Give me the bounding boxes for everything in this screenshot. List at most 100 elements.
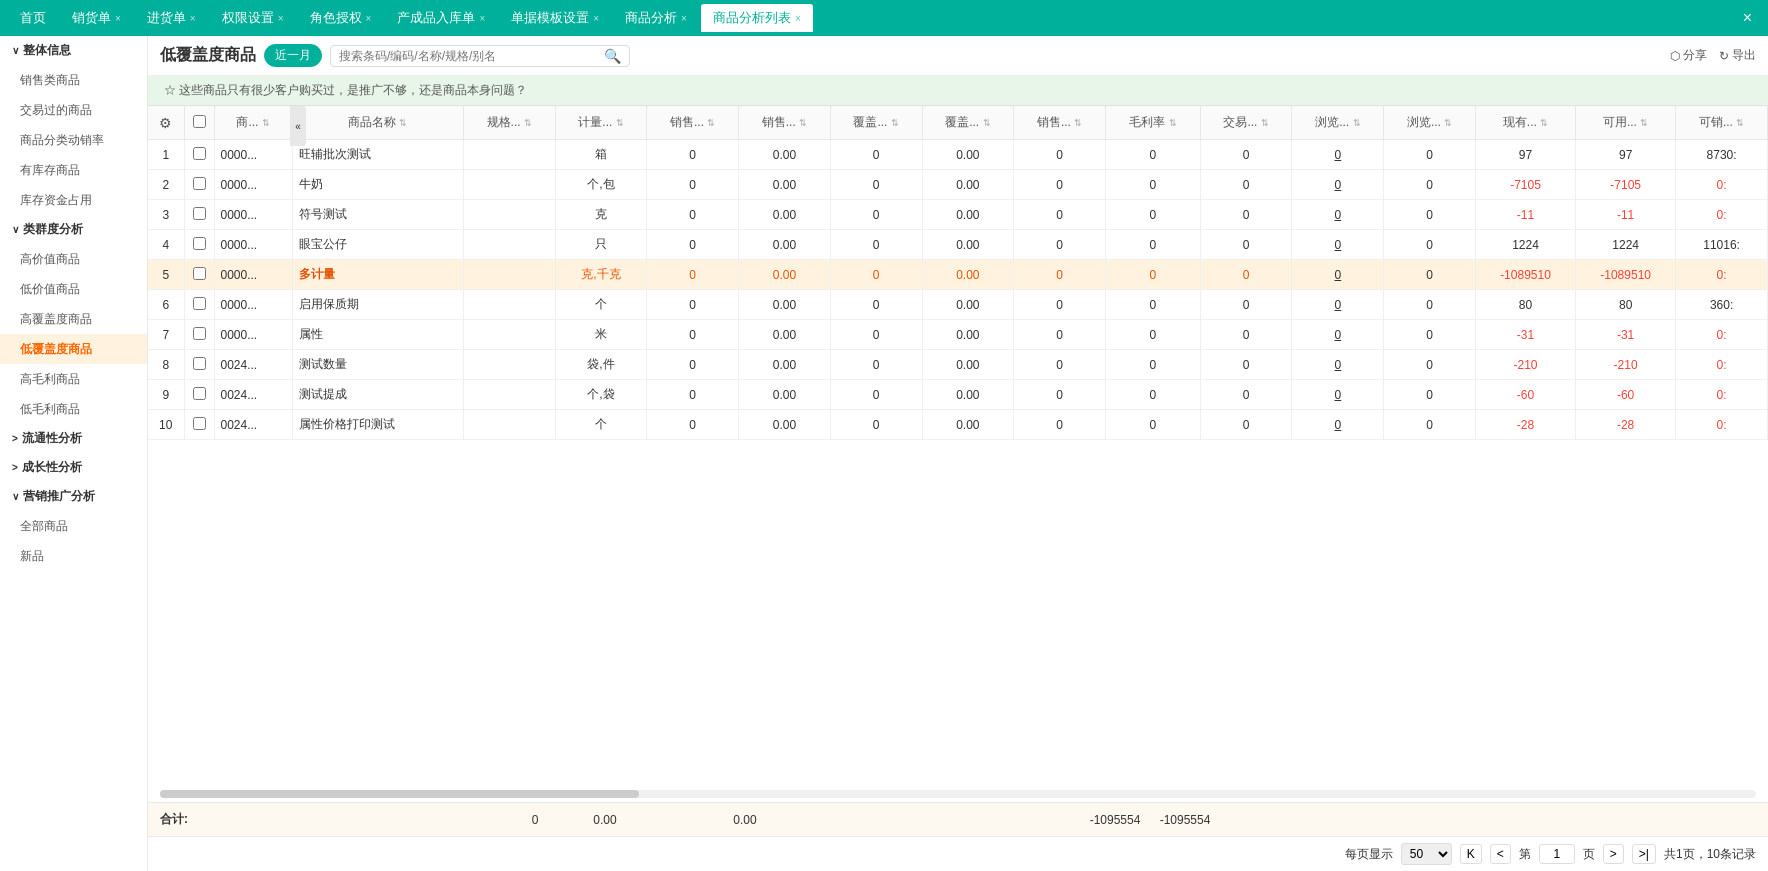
checkbox-column-header[interactable]: [184, 106, 214, 140]
window-close-button[interactable]: ×: [1735, 9, 1760, 27]
sale-qty-column-header[interactable]: 销售... ⇅: [647, 106, 739, 140]
browse-link[interactable]: 0: [1335, 148, 1342, 162]
tab-product-in[interactable]: 产成品入库单 ×: [385, 4, 497, 32]
scrollbar-thumb[interactable]: [160, 790, 639, 798]
browse-link[interactable]: 0: [1335, 238, 1342, 252]
sale-amt-column-header[interactable]: 销售... ⇅: [739, 106, 831, 140]
sidebar-item-sales-products[interactable]: 销售类商品: [0, 65, 147, 95]
row-select-checkbox[interactable]: [193, 147, 206, 160]
sidebar-collapse-button[interactable]: «: [290, 106, 306, 146]
tab-purchase[interactable]: 进货单 ×: [135, 4, 208, 32]
browse-link[interactable]: 0: [1335, 268, 1342, 282]
per-page-select[interactable]: 50 10 20 100: [1401, 843, 1452, 865]
row-checkbox[interactable]: [184, 260, 214, 290]
row-browse1[interactable]: 0: [1292, 380, 1384, 410]
export-button[interactable]: ↻ 导出: [1719, 47, 1756, 64]
spec-column-header[interactable]: 规格... ⇅: [463, 106, 555, 140]
prev-page-button[interactable]: <: [1490, 844, 1511, 864]
tab-template[interactable]: 单据模板设置 ×: [499, 4, 611, 32]
sidebar-item-all-products[interactable]: 全部商品: [0, 511, 147, 541]
select-all-checkbox[interactable]: [193, 115, 206, 128]
name-column-header[interactable]: 商品名称 ⇅: [292, 106, 463, 140]
row-select-checkbox[interactable]: [193, 207, 206, 220]
row-select-checkbox[interactable]: [193, 267, 206, 280]
sidebar-section-marketing[interactable]: ∨ 营销推广分析: [0, 482, 147, 511]
row-checkbox[interactable]: [184, 350, 214, 380]
row-browse1[interactable]: 0: [1292, 260, 1384, 290]
sidebar-section-growth[interactable]: > 成长性分析: [0, 453, 147, 482]
search-input[interactable]: [339, 49, 600, 63]
row-browse1[interactable]: 0: [1292, 290, 1384, 320]
row-checkbox[interactable]: [184, 170, 214, 200]
close-icon[interactable]: ×: [681, 13, 687, 24]
browse-link[interactable]: 0: [1335, 328, 1342, 342]
sidebar-item-low-coverage[interactable]: 低覆盖度商品: [0, 334, 147, 364]
close-icon[interactable]: ×: [278, 13, 284, 24]
cover1-column-header[interactable]: 覆盖... ⇅: [830, 106, 922, 140]
row-select-checkbox[interactable]: [193, 327, 206, 340]
sidebar-item-stocked-products[interactable]: 有库存商品: [0, 155, 147, 185]
tab-product-analysis[interactable]: 商品分析 ×: [613, 4, 699, 32]
gross-column-header[interactable]: 毛利率 ⇅: [1105, 106, 1200, 140]
close-icon[interactable]: ×: [593, 13, 599, 24]
sidebar-item-traded-products[interactable]: 交易过的商品: [0, 95, 147, 125]
filter-recent-month-button[interactable]: 近一月: [264, 44, 322, 67]
browse-link[interactable]: 0: [1335, 178, 1342, 192]
tab-product-analysis-list[interactable]: 商品分析列表 ×: [701, 4, 813, 32]
gear-icon[interactable]: ⚙: [159, 115, 172, 131]
tab-sales[interactable]: 销货单 ×: [60, 4, 133, 32]
row-select-checkbox[interactable]: [193, 387, 206, 400]
sidebar-item-high-value[interactable]: 高价值商品: [0, 244, 147, 274]
sidebar-item-high-coverage[interactable]: 高覆盖度商品: [0, 304, 147, 334]
search-icon[interactable]: 🔍: [604, 48, 621, 64]
sidebar-section-overall[interactable]: ∨ 整体信息: [0, 36, 147, 65]
row-select-checkbox[interactable]: [193, 177, 206, 190]
row-checkbox[interactable]: [184, 230, 214, 260]
sidebar-section-liquidity[interactable]: > 流通性分析: [0, 424, 147, 453]
first-page-button[interactable]: K: [1460, 844, 1482, 864]
browse1-column-header[interactable]: 浏览... ⇅: [1292, 106, 1384, 140]
sidebar-item-inventory-capital[interactable]: 库存资金占用: [0, 185, 147, 215]
tab-permissions[interactable]: 权限设置 ×: [210, 4, 296, 32]
sellable-column-header[interactable]: 可销... ⇅: [1676, 106, 1768, 140]
tab-home[interactable]: 首页: [8, 4, 58, 32]
row-checkbox[interactable]: [184, 380, 214, 410]
code-column-header[interactable]: 商... ⇅: [214, 106, 292, 140]
row-browse1[interactable]: 0: [1292, 230, 1384, 260]
row-browse1[interactable]: 0: [1292, 140, 1384, 170]
current-column-header[interactable]: 现有... ⇅: [1475, 106, 1575, 140]
row-checkbox[interactable]: [184, 200, 214, 230]
browse-link[interactable]: 0: [1335, 208, 1342, 222]
close-icon[interactable]: ×: [795, 13, 801, 24]
close-icon[interactable]: ×: [115, 13, 121, 24]
sidebar-item-low-value[interactable]: 低价值商品: [0, 274, 147, 304]
sidebar-item-low-margin[interactable]: 低毛利商品: [0, 394, 147, 424]
sidebar-section-group-analysis[interactable]: ∨ 类群度分析: [0, 215, 147, 244]
browse2-column-header[interactable]: 浏览... ⇅: [1384, 106, 1476, 140]
row-checkbox[interactable]: [184, 140, 214, 170]
close-icon[interactable]: ×: [190, 13, 196, 24]
row-select-checkbox[interactable]: [193, 417, 206, 430]
browse-link[interactable]: 0: [1335, 418, 1342, 432]
trade-column-header[interactable]: 交易... ⇅: [1200, 106, 1292, 140]
current-page-input[interactable]: [1539, 844, 1575, 864]
sidebar-item-high-margin[interactable]: 高毛利商品: [0, 364, 147, 394]
cover2-column-header[interactable]: 覆盖... ⇅: [922, 106, 1014, 140]
row-checkbox[interactable]: [184, 290, 214, 320]
close-icon[interactable]: ×: [366, 13, 372, 24]
sidebar-item-new-products[interactable]: 新品: [0, 541, 147, 571]
next-page-button[interactable]: >: [1603, 844, 1624, 864]
settings-column-header[interactable]: ⚙: [148, 106, 184, 140]
sidebar-item-category-turnover[interactable]: 商品分类动销率: [0, 125, 147, 155]
available-column-header[interactable]: 可用... ⇅: [1576, 106, 1676, 140]
row-select-checkbox[interactable]: [193, 237, 206, 250]
row-checkbox[interactable]: [184, 320, 214, 350]
close-icon[interactable]: ×: [479, 13, 485, 24]
row-select-checkbox[interactable]: [193, 297, 206, 310]
row-browse1[interactable]: 0: [1292, 350, 1384, 380]
row-browse1[interactable]: 0: [1292, 200, 1384, 230]
horizontal-scrollbar[interactable]: [160, 790, 1756, 798]
last-page-button[interactable]: >|: [1632, 844, 1656, 864]
row-browse1[interactable]: 0: [1292, 410, 1384, 440]
row-browse1[interactable]: 0: [1292, 320, 1384, 350]
